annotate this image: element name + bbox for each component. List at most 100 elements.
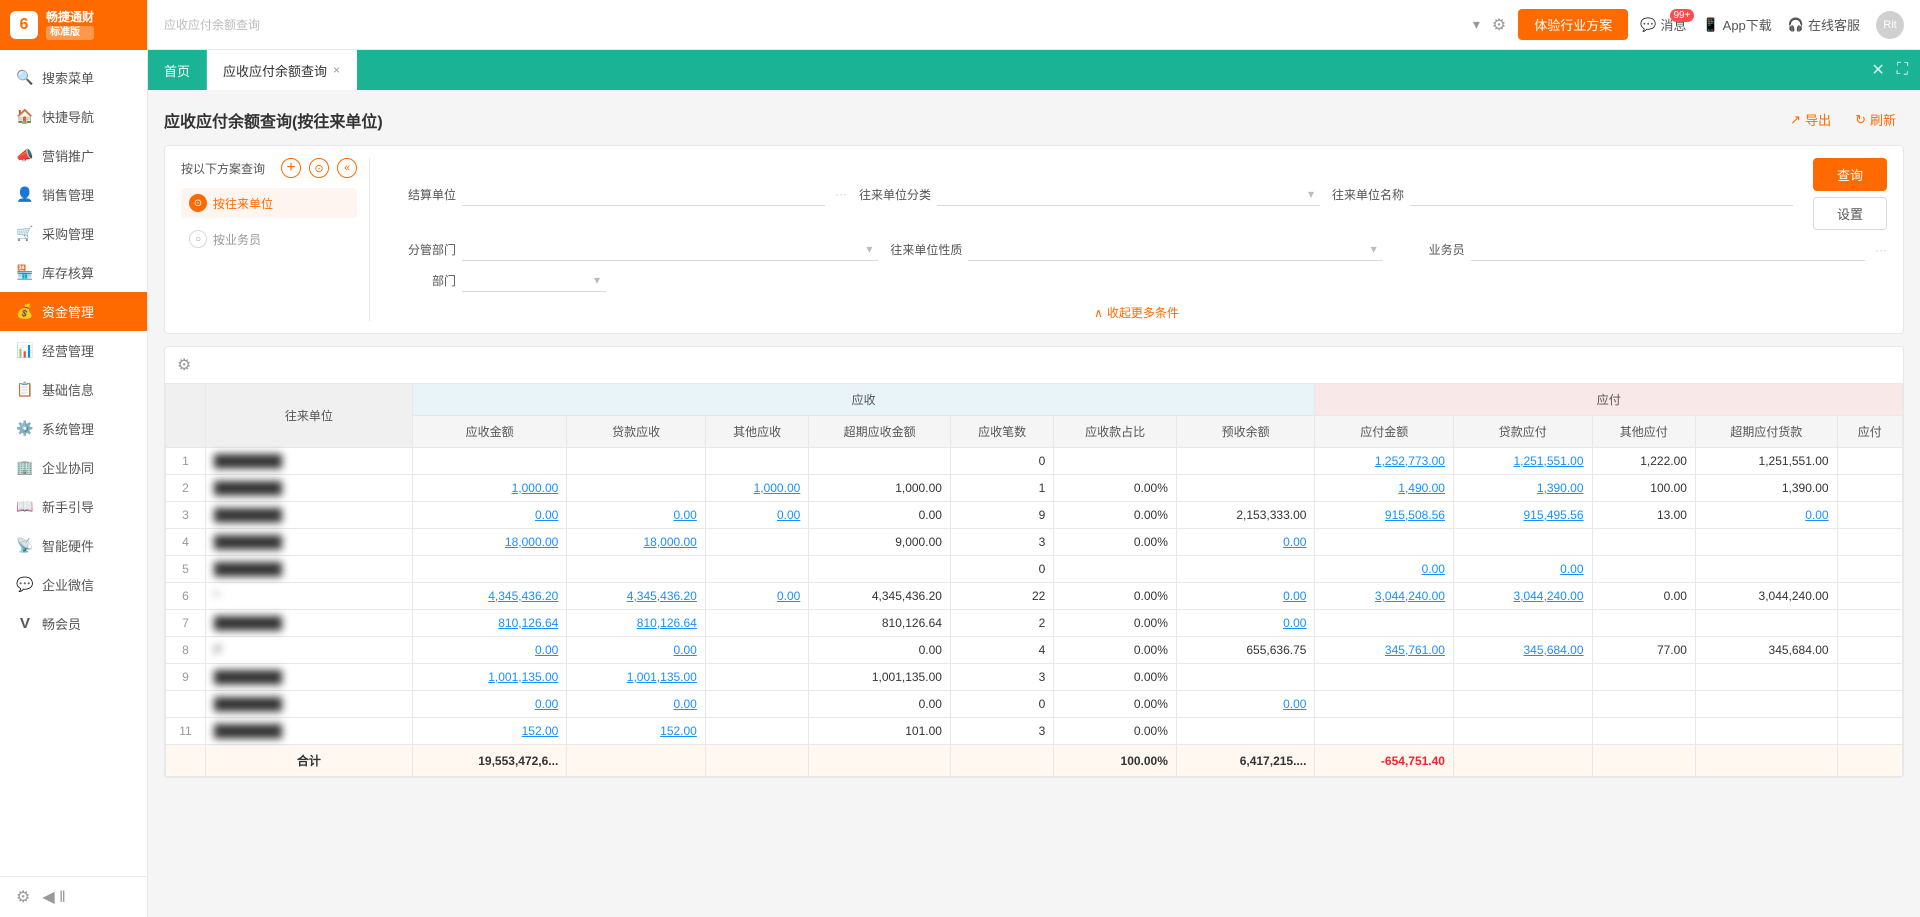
salesperson-input[interactable] [1471, 238, 1865, 261]
sidebar-item-search-menu[interactable]: 🔍 搜索菜单 [0, 58, 147, 97]
tab-close-window-icon[interactable]: ✕ [1871, 60, 1884, 80]
footer-overdue-ap [1695, 745, 1837, 777]
user-avatar[interactable]: Rit [1876, 11, 1904, 39]
partner-name-label: 往来单位名称 [1332, 186, 1404, 203]
cell-ap14 [1837, 718, 1902, 745]
settlement-unit-input[interactable] [462, 183, 825, 206]
col-other-ap: 其他应付 [1592, 416, 1695, 448]
cell-other-ap [1592, 610, 1695, 637]
cell-ar-ratio: 0.00% [1054, 475, 1177, 502]
tab-home[interactable]: 首页 [148, 50, 207, 90]
partner-nature-select[interactable]: ▾ [968, 238, 1382, 261]
enterprise-wechat-icon: 💬 [16, 576, 34, 593]
sidebar-settings-icon[interactable]: ⚙ [16, 887, 30, 907]
chevron-down-icon: ▾ [594, 273, 600, 287]
filter-by-salesperson-btn[interactable]: ○ 按业务员 [181, 224, 357, 254]
cell-ap-amount [1315, 691, 1454, 718]
managing-dept-select[interactable]: ▾ [462, 238, 878, 261]
settlement-unit-dots[interactable]: ··· [835, 187, 847, 201]
cell-other-ar: 0.00 [705, 583, 808, 610]
salesperson-dots[interactable]: ··· [1875, 243, 1887, 257]
cell-prepaid [1176, 718, 1315, 745]
cell-loan-ar: 4,345,436.20 [567, 583, 706, 610]
table-toolbar: ⚙ [165, 347, 1903, 383]
cell-ar-ratio: 0.00% [1054, 718, 1177, 745]
cell-ap-amount [1315, 664, 1454, 691]
footer-ap14 [1837, 745, 1902, 777]
cell-other-ap: 100.00 [1592, 475, 1695, 502]
finance-icon: 💰 [16, 303, 34, 320]
topbar: 应收应付余额查询 ▾ ⚙ 体验行业方案 💬 消息 99+ 📱 App下载 🎧 在… [148, 0, 1920, 50]
cell-prepaid: 0.00 [1176, 583, 1315, 610]
cell-other-ap [1592, 556, 1695, 583]
collapse-filter-button[interactable]: « [337, 158, 357, 178]
collapse-more-conditions-button[interactable]: ∧ 收起更多条件 [386, 300, 1887, 321]
promo-button[interactable]: 体验行业方案 [1518, 9, 1628, 40]
filter-row-2: 分管部门 ▾ 往来单位性质 ▾ 业务员 [386, 238, 1887, 261]
tab-ar-balance[interactable]: 应收应付余额查询 × [207, 50, 357, 90]
footer-other-ap [1592, 745, 1695, 777]
salesperson-filter-icon: ○ [189, 230, 207, 248]
col-no [166, 384, 206, 448]
sidebar-item-vip[interactable]: V 畅会员 [0, 604, 147, 643]
notifications-button[interactable]: 💬 消息 99+ [1640, 15, 1686, 34]
app-download-button[interactable]: 📱 App下载 [1702, 15, 1771, 34]
sidebar-item-marketing[interactable]: 📣 营销推广 [0, 136, 147, 175]
cell-ar-count: 1 [950, 475, 1053, 502]
sidebar-item-operations[interactable]: 📊 经营管理 [0, 331, 147, 370]
filter-field-salesperson: 业务员 ··· [1395, 238, 1887, 261]
tab-close-icon[interactable]: × [333, 63, 340, 77]
table-row: 4 ████████ 18,000.00 18,000.00 9,000.00 … [166, 529, 1903, 556]
sidebar-item-finance[interactable]: 💰 资金管理 [0, 292, 147, 331]
sidebar-item-smart-hw[interactable]: 📡 智能硬件 [0, 526, 147, 565]
table-footer-row: 合计 19,553,472,6... 100.00% 6,417,215....… [166, 745, 1903, 777]
sidebar-item-inventory[interactable]: 🏪 库存核算 [0, 253, 147, 292]
sidebar-collapse-icon[interactable]: ◀ ‖ [42, 887, 65, 907]
edit-filter-button[interactable]: ⊙ [309, 158, 329, 178]
department-label: 部门 [386, 272, 456, 289]
sidebar-item-quick-nav[interactable]: 🏠 快捷导航 [0, 97, 147, 136]
page-title: 应收应付余额查询(按往来单位) [164, 108, 383, 132]
sidebar-item-guide[interactable]: 📖 新手引导 [0, 487, 147, 526]
gear-icon[interactable]: ⚙ [1492, 15, 1506, 35]
data-table: 往来单位 应收 应付 应收金额 贷款应收 其他应收 超期应收金额 应收笔数 应收… [165, 383, 1903, 777]
add-filter-button[interactable]: + [281, 158, 301, 178]
sidebar-item-basic-info[interactable]: 📋 基础信息 [0, 370, 147, 409]
export-button[interactable]: ↗ 导出 [1782, 106, 1839, 133]
cell-loan-ar: 0.00 [567, 502, 706, 529]
cell-no: 6 [166, 583, 206, 610]
sidebar-item-system[interactable]: ⚙️ 系统管理 [0, 409, 147, 448]
chevron-down-icon[interactable]: ▾ [1473, 16, 1480, 33]
cell-ar-amount [412, 448, 566, 475]
cell-loan-ap: 1,251,551.00 [1453, 448, 1592, 475]
partner-name-input[interactable] [1410, 183, 1793, 206]
filter-field-department: 部门 ▾ [386, 269, 606, 292]
department-select[interactable]: ▾ [462, 269, 606, 292]
sidebar-item-enterprise-wechat[interactable]: 💬 企业微信 [0, 565, 147, 604]
cell-loan-ap: 0.00 [1453, 556, 1592, 583]
cell-overdue-ap: 0.00 [1695, 502, 1837, 529]
tab-maximize-icon[interactable]: ⛶ [1897, 61, 1908, 79]
cell-loan-ar [567, 448, 706, 475]
cell-prepaid: 0.00 [1176, 529, 1315, 556]
sidebar-item-purchase[interactable]: 🛒 采购管理 [0, 214, 147, 253]
settings-button[interactable]: 设置 [1813, 197, 1887, 230]
online-service-button[interactable]: 🎧 在线客服 [1788, 15, 1860, 34]
cell-no: 7 [166, 610, 206, 637]
sidebar-item-label: 基础信息 [42, 380, 94, 399]
cell-ar-count: 2 [950, 610, 1053, 637]
tabbar-actions: ✕ ⛶ [1871, 60, 1920, 80]
operations-icon: 📊 [16, 342, 34, 359]
filter-by-partner-btn[interactable]: ⊙ 按往来单位 [181, 188, 357, 218]
sidebar-item-sales[interactable]: 👤 销售管理 [0, 175, 147, 214]
filter-row-1: 结算单位 ··· 往来单位分类 ▾ 往来单位名称 [386, 158, 1887, 230]
query-button[interactable]: 查询 [1813, 158, 1887, 191]
refresh-button[interactable]: ↻ 刷新 [1847, 106, 1904, 133]
cell-loan-ar [567, 475, 706, 502]
sidebar-item-enterprise-collab[interactable]: 🏢 企业协同 [0, 448, 147, 487]
cell-overdue-ap [1695, 691, 1837, 718]
table-gear-icon[interactable]: ⚙ [177, 355, 191, 375]
cell-ap-amount: 0.00 [1315, 556, 1454, 583]
settlement-unit-label: 结算单位 [386, 186, 456, 203]
partner-category-select[interactable]: ▾ [937, 183, 1320, 206]
